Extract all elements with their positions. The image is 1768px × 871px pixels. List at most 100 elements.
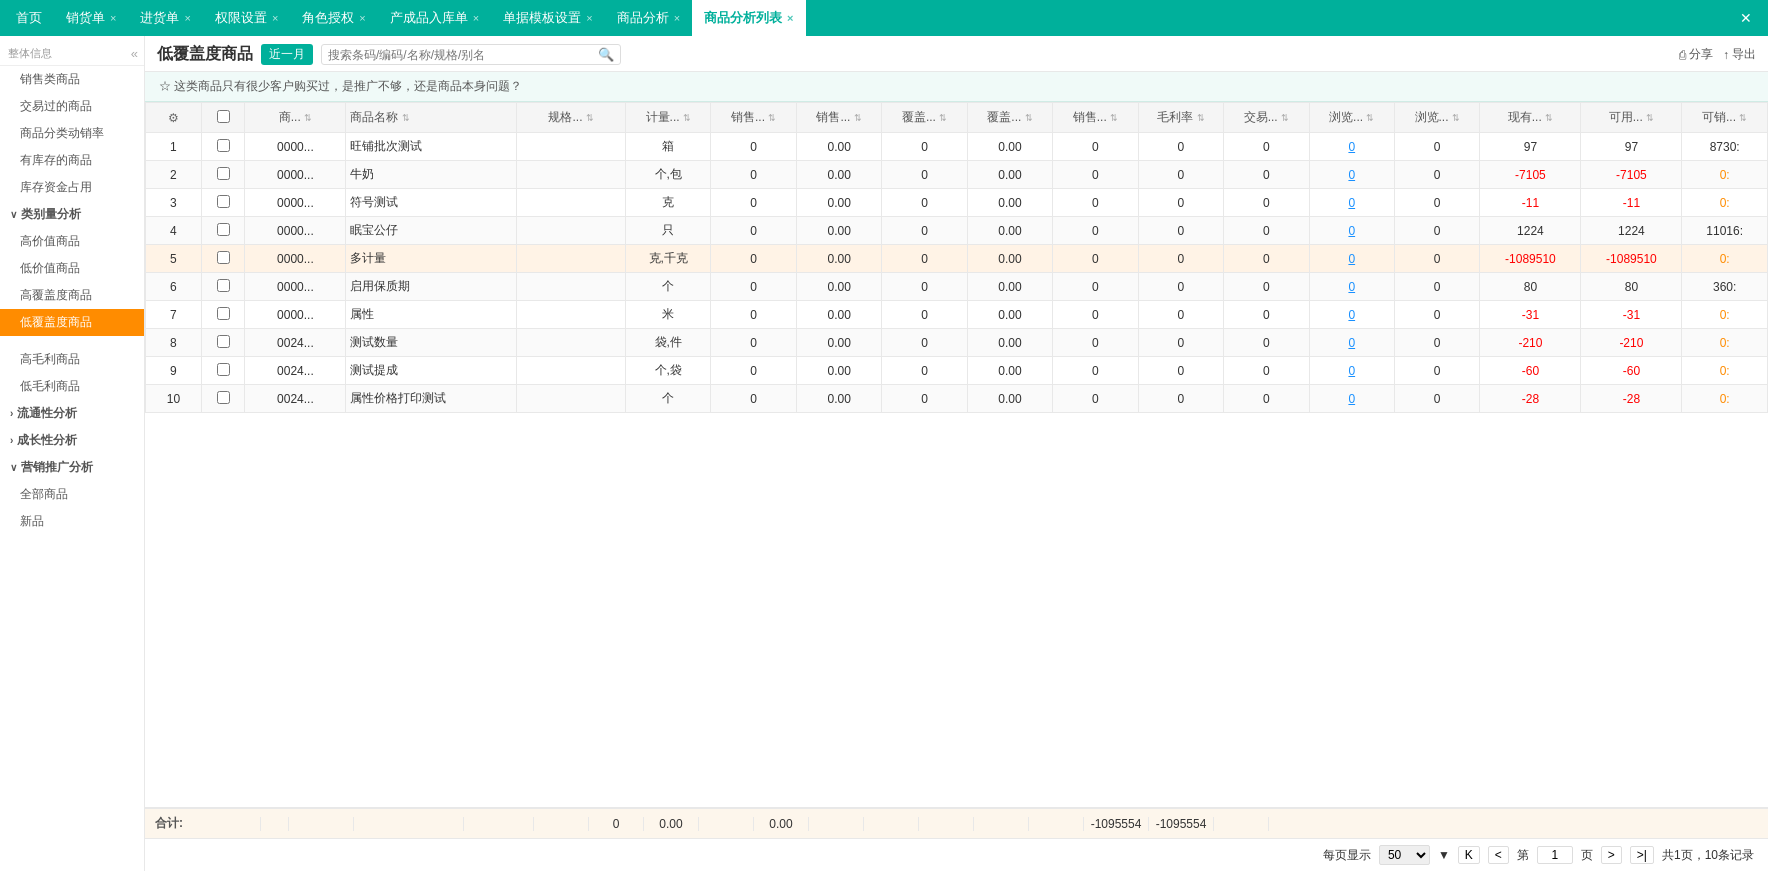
col-header-code[interactable]: 商... ⇅ — [245, 103, 346, 133]
cell-browse1[interactable]: 0 — [1309, 133, 1394, 161]
col-header-browse2[interactable]: 浏览... ⇅ — [1394, 103, 1479, 133]
nav-analysis-close[interactable]: × — [674, 12, 680, 24]
col-header-gross-margin[interactable]: 毛利率 ⇅ — [1138, 103, 1223, 133]
sidebar-item-low-value[interactable]: 低价值商品 — [0, 255, 144, 282]
col-header-cov-rate[interactable]: 覆盖... ⇅ — [967, 103, 1052, 133]
page-size-select[interactable]: 50 100 200 — [1379, 845, 1430, 865]
col-header-cov-cust[interactable]: 覆盖... ⇅ — [882, 103, 967, 133]
cell-browse1[interactable]: 0 — [1309, 329, 1394, 357]
nav-purchase[interactable]: 进货单 × — [128, 0, 202, 36]
nav-roles-close[interactable]: × — [359, 12, 365, 24]
nav-home[interactable]: 首页 — [4, 0, 54, 36]
col-header-spec[interactable]: 规格... ⇅ — [517, 103, 626, 133]
cell-browse1[interactable]: 0 — [1309, 273, 1394, 301]
current-page-input[interactable] — [1537, 846, 1573, 864]
row-checkbox[interactable] — [217, 307, 230, 320]
cell-check[interactable] — [201, 245, 245, 273]
sidebar-item-high-value[interactable]: 高价值商品 — [0, 228, 144, 255]
cell-browse2: 0 — [1394, 329, 1479, 357]
cell-browse1[interactable]: 0 — [1309, 357, 1394, 385]
cell-check[interactable] — [201, 301, 245, 329]
sidebar-section-profit[interactable] — [0, 336, 144, 346]
window-close-button[interactable]: ✕ — [1728, 10, 1764, 26]
sort-current-icon: ⇅ — [1545, 113, 1553, 123]
nav-templates[interactable]: 单据模板设置 × — [491, 0, 604, 36]
cell-check[interactable] — [201, 357, 245, 385]
nav-products[interactable]: 产成品入库单 × — [378, 0, 491, 36]
cell-name: 测试提成 — [346, 357, 517, 385]
column-settings-icon[interactable]: ⚙ — [168, 111, 179, 125]
row-checkbox[interactable] — [217, 363, 230, 376]
nav-analysis-list-close[interactable]: × — [787, 12, 793, 24]
cell-browse1[interactable]: 0 — [1309, 217, 1394, 245]
export-button[interactable]: ↑ 导出 — [1723, 46, 1756, 63]
cell-browse1[interactable]: 0 — [1309, 385, 1394, 413]
col-header-sales-amt[interactable]: 销售... ⇅ — [796, 103, 881, 133]
row-checkbox[interactable] — [217, 167, 230, 180]
search-icon[interactable]: 🔍 — [598, 47, 614, 62]
row-checkbox[interactable] — [217, 223, 230, 236]
cell-check[interactable] — [201, 161, 245, 189]
nav-purchase-close[interactable]: × — [184, 12, 190, 24]
nav-permissions[interactable]: 权限设置 × — [203, 0, 290, 36]
nav-roles[interactable]: 角色授权 × — [290, 0, 377, 36]
sidebar-collapse-btn[interactable]: « — [131, 46, 138, 61]
nav-analysis[interactable]: 商品分析 × — [605, 0, 692, 36]
sidebar-item-sales-products[interactable]: 销售类商品 — [0, 66, 144, 93]
sidebar-section-value[interactable]: ∨ 类别量分析 — [0, 201, 144, 228]
col-header-sales-days[interactable]: 销售... ⇅ — [1053, 103, 1138, 133]
sidebar-item-all-products[interactable]: 全部商品 — [0, 481, 144, 508]
sidebar-item-new-products[interactable]: 新品 — [0, 508, 144, 535]
col-header-unit[interactable]: 计量... ⇅ — [626, 103, 711, 133]
col-header-name[interactable]: 商品名称 ⇅ — [346, 103, 517, 133]
next-page-button[interactable]: > — [1601, 846, 1622, 864]
cell-browse1[interactable]: 0 — [1309, 161, 1394, 189]
sidebar-item-high-profit[interactable]: 高毛利商品 — [0, 346, 144, 373]
cell-check[interactable] — [201, 385, 245, 413]
date-filter-button[interactable]: 近一月 — [261, 44, 313, 65]
sidebar-item-low-coverage[interactable]: 低覆盖度商品 — [0, 309, 144, 336]
share-button[interactable]: ⎙ 分享 — [1679, 46, 1713, 63]
col-header-browse1[interactable]: 浏览... ⇅ — [1309, 103, 1394, 133]
col-header-saleable[interactable]: 可销... ⇅ — [1682, 103, 1768, 133]
nav-products-close[interactable]: × — [473, 12, 479, 24]
nav-sales-close[interactable]: × — [110, 12, 116, 24]
row-checkbox[interactable] — [217, 139, 230, 152]
col-header-sales-qty[interactable]: 销售... ⇅ — [711, 103, 796, 133]
cell-check[interactable] — [201, 217, 245, 245]
select-all-checkbox[interactable] — [217, 110, 230, 123]
cell-check[interactable] — [201, 329, 245, 357]
nav-sales[interactable]: 销货单 × — [54, 0, 128, 36]
sidebar-item-sales-growth[interactable]: 商品分类动销率 — [0, 120, 144, 147]
sidebar-section-growth[interactable]: › 成长性分析 — [0, 427, 144, 454]
search-input[interactable] — [328, 48, 598, 62]
cell-browse1[interactable]: 0 — [1309, 245, 1394, 273]
row-checkbox[interactable] — [217, 195, 230, 208]
sidebar-item-traded-products[interactable]: 交易过的商品 — [0, 93, 144, 120]
cell-check[interactable] — [201, 189, 245, 217]
sidebar-item-stock-occupy[interactable]: 库存资金占用 — [0, 174, 144, 201]
nav-analysis-list[interactable]: 商品分析列表 × — [692, 0, 805, 36]
prev-page-button[interactable]: < — [1488, 846, 1509, 864]
sidebar-section-liquidity[interactable]: › 流通性分析 — [0, 400, 144, 427]
cell-browse1[interactable]: 0 — [1309, 189, 1394, 217]
row-checkbox[interactable] — [217, 279, 230, 292]
col-header-current-stock[interactable]: 现有... ⇅ — [1480, 103, 1581, 133]
col-header-avail-stock[interactable]: 可用... ⇅ — [1581, 103, 1682, 133]
nav-templates-close[interactable]: × — [586, 12, 592, 24]
row-checkbox[interactable] — [217, 391, 230, 404]
last-page-button[interactable]: >| — [1630, 846, 1654, 864]
cell-check[interactable] — [201, 133, 245, 161]
cell-check[interactable] — [201, 273, 245, 301]
nav-permissions-close[interactable]: × — [272, 12, 278, 24]
sidebar-item-low-profit[interactable]: 低毛利商品 — [0, 373, 144, 400]
sidebar-item-in-stock[interactable]: 有库存的商品 — [0, 147, 144, 174]
table-container[interactable]: ⚙ 商... ⇅ 商品名称 ⇅ — [145, 102, 1768, 807]
row-checkbox[interactable] — [217, 251, 230, 264]
sidebar-section-marketing[interactable]: ∨ 营销推广分析 — [0, 454, 144, 481]
sidebar-item-high-coverage[interactable]: 高覆盖度商品 — [0, 282, 144, 309]
row-checkbox[interactable] — [217, 335, 230, 348]
cell-browse1[interactable]: 0 — [1309, 301, 1394, 329]
col-header-transaction[interactable]: 交易... ⇅ — [1224, 103, 1309, 133]
first-page-button[interactable]: K — [1458, 846, 1480, 864]
